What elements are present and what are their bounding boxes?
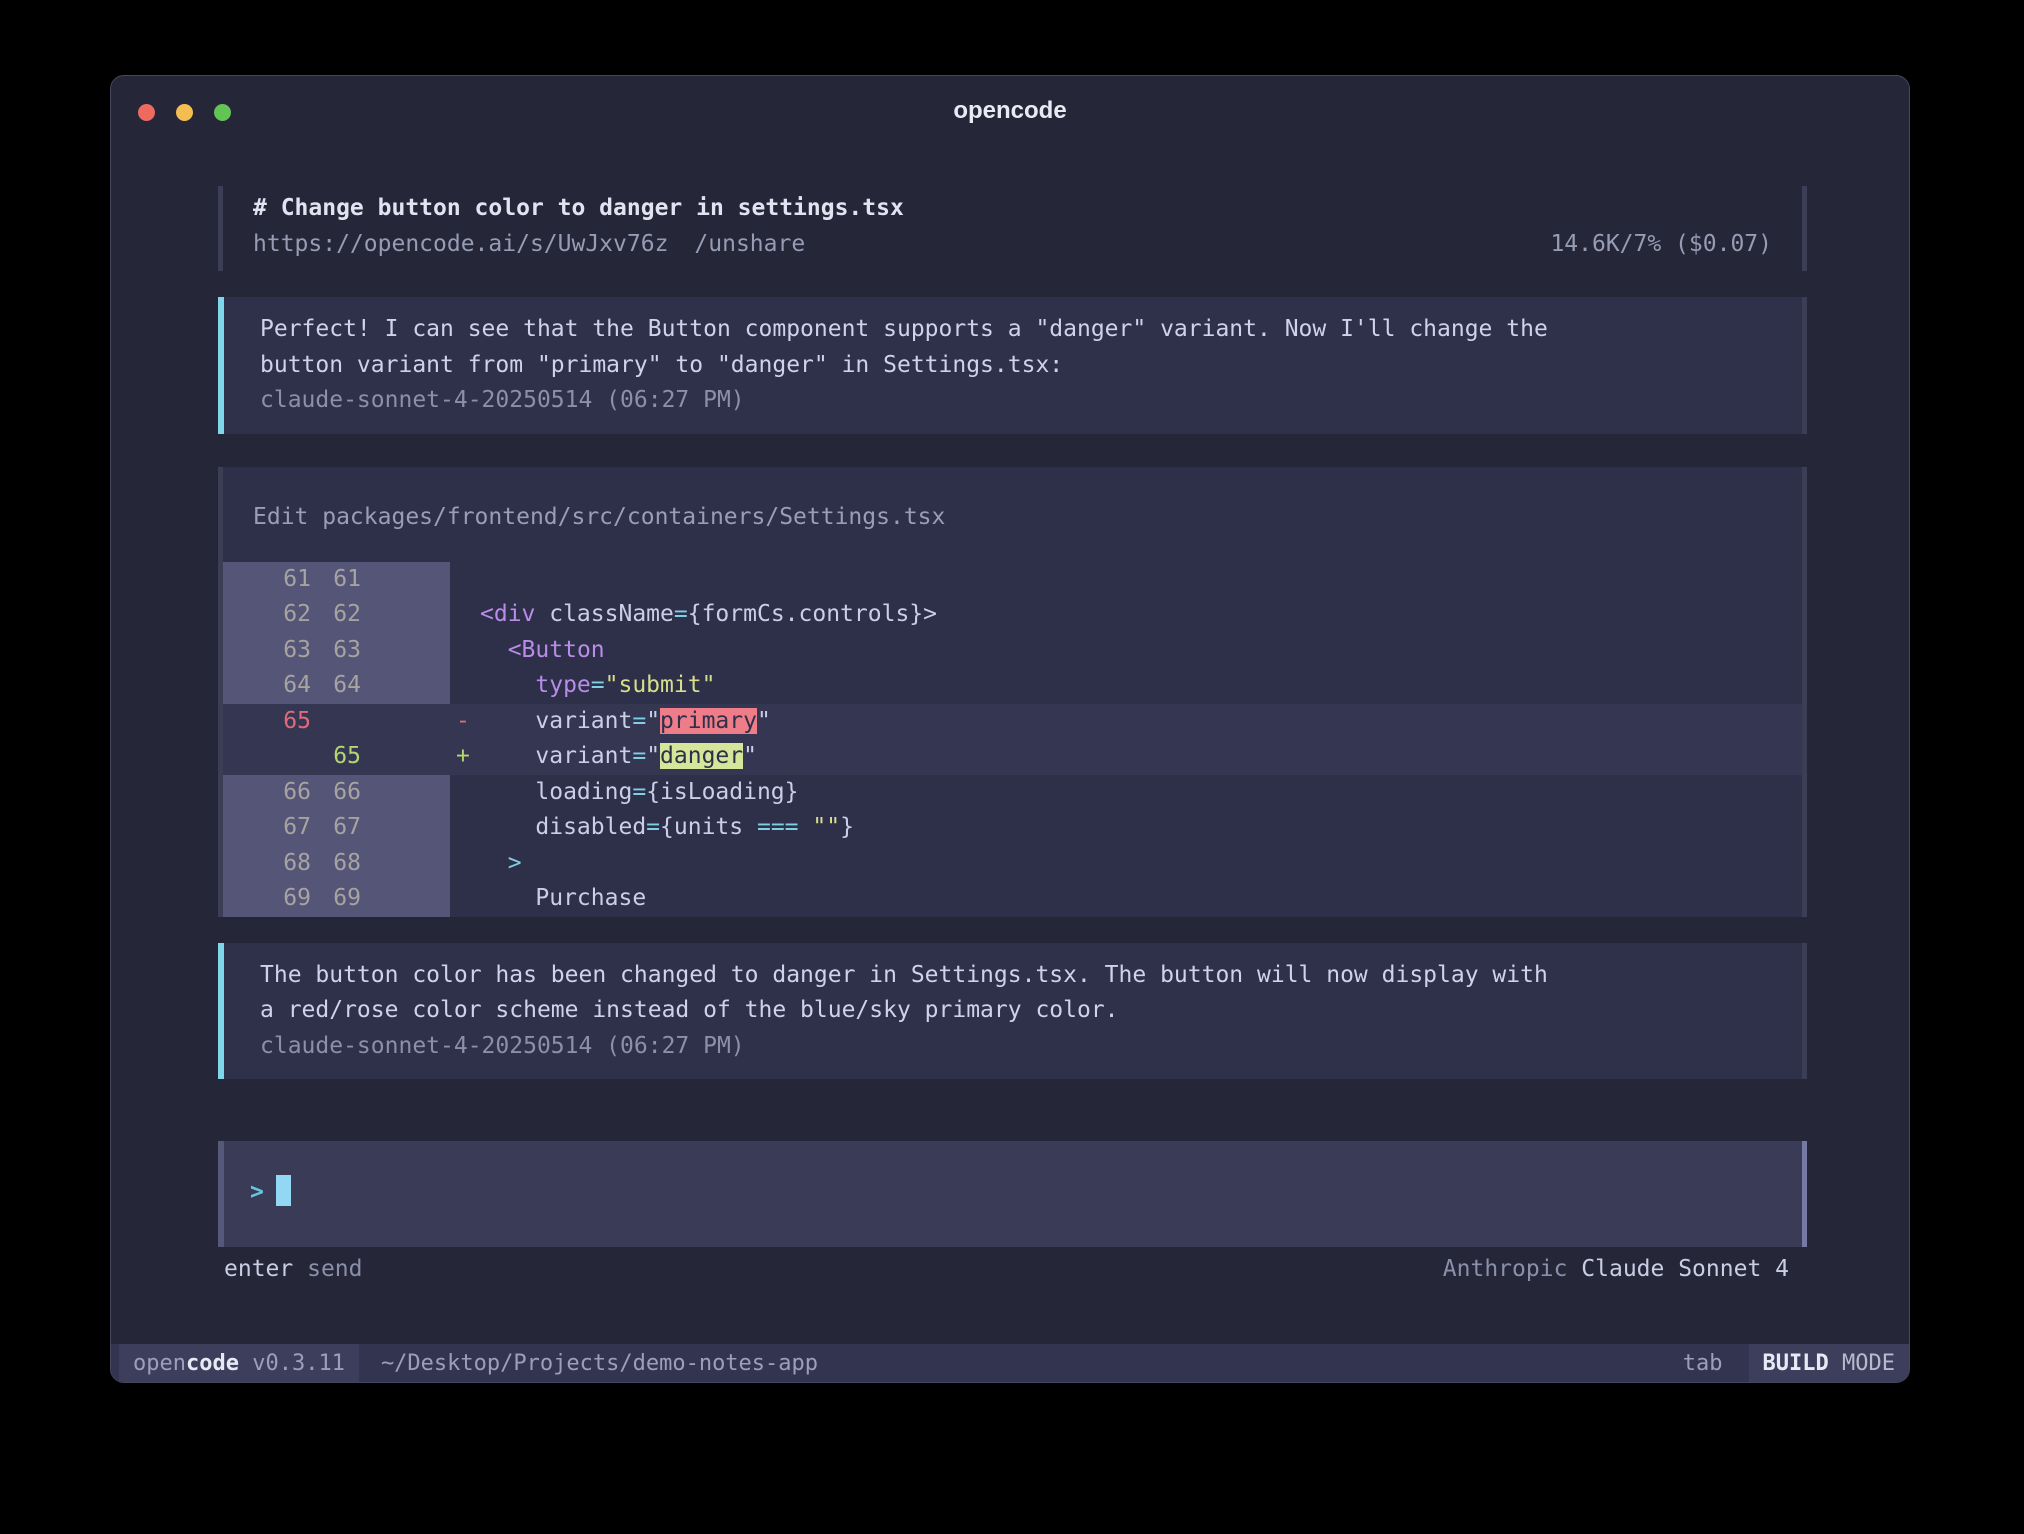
diff-gutter: 6767 <box>223 810 450 846</box>
diff-code-line: <Button <box>476 633 605 669</box>
diff-row: 6666 loading={isLoading} <box>223 775 1802 811</box>
session-header: # Change button color to danger in setti… <box>218 186 1807 271</box>
diff-row: 6767 disabled={units === ""} <box>223 810 1802 846</box>
diff-gutter: 6363 <box>223 633 450 669</box>
assistant-message: Perfect! I can see that the Button compo… <box>218 297 1807 434</box>
diff-code-line: > <box>476 846 522 882</box>
diff-code-line: variant="primary" <box>476 704 771 740</box>
diff-code-line: <div className={formCs.controls}> <box>476 597 937 633</box>
token-usage: 14.6K/7% ($0.07) <box>1550 226 1772 262</box>
session-title: # Change button color to danger in setti… <box>253 190 1772 226</box>
opencode-window: opencode # Change button color to danger… <box>110 75 1910 1383</box>
message-text: Perfect! I can see that the Button compo… <box>260 312 1766 383</box>
diff-marker <box>450 562 476 598</box>
message-text: The button color has been changed to dan… <box>260 958 1766 1029</box>
model-indicator: Anthropic Claude Sonnet 4 <box>1443 1257 1789 1281</box>
diff-marker <box>450 881 476 917</box>
diff-gutter: 65 <box>223 739 450 775</box>
hint-row: enter send Anthropic Claude Sonnet 4 <box>224 1257 1789 1281</box>
prompt-input[interactable]: > <box>218 1141 1807 1247</box>
working-directory: ~/Desktop/Projects/demo-notes-app <box>381 1351 818 1376</box>
edit-file-path: Edit packages/frontend/src/containers/Se… <box>223 467 1802 562</box>
mode-badge: BUILD MODE <box>1749 1344 1909 1382</box>
diff-code-line <box>476 562 480 598</box>
titlebar: opencode <box>111 76 1909 134</box>
diff-gutter: 6161 <box>223 562 450 598</box>
send-hint: enter send <box>224 1257 363 1281</box>
diff-gutter: 6868 <box>223 846 450 882</box>
diff-view: 61616262 <div className={formCs.controls}… <box>223 562 1802 917</box>
window-title: opencode <box>111 97 1909 125</box>
diff-gutter: 6969 <box>223 881 450 917</box>
diff-row: 65- variant="primary" <box>223 704 1802 740</box>
tab-key-hint: tab <box>1683 1351 1723 1376</box>
diff-row: 6363 <Button <box>223 633 1802 669</box>
app-version-badge: opencode v0.3.11 <box>119 1344 359 1382</box>
desktop: { "window": { "title": "opencode" }, "he… <box>0 0 2024 1534</box>
diff-row: 6868 > <box>223 846 1802 882</box>
diff-row: 6969 Purchase <box>223 881 1802 917</box>
share-url-link[interactable]: https://opencode.ai/s/UwJxv76z <box>253 231 668 257</box>
diff-marker: - <box>450 704 476 740</box>
diff-code-line: loading={isLoading} <box>476 775 799 811</box>
diff-gutter: 6262 <box>223 597 450 633</box>
diff-marker <box>450 810 476 846</box>
unshare-link[interactable]: /unshare <box>694 231 805 257</box>
diff-row: 6464 type="submit" <box>223 668 1802 704</box>
diff-row: 65+ variant="danger" <box>223 739 1802 775</box>
diff-marker <box>450 633 476 669</box>
diff-marker: + <box>450 739 476 775</box>
diff-marker <box>450 846 476 882</box>
diff-row: 6262 <div className={formCs.controls}> <box>223 597 1802 633</box>
diff-gutter: 6666 <box>223 775 450 811</box>
edit-tool-card: Edit packages/frontend/src/containers/Se… <box>218 467 1807 917</box>
diff-marker <box>450 597 476 633</box>
assistant-message: The button color has been changed to dan… <box>218 943 1807 1080</box>
diff-code-line: type="submit" <box>476 668 715 704</box>
diff-row: 6161 <box>223 562 1802 598</box>
diff-code-line: variant="danger" <box>476 739 757 775</box>
diff-gutter: 6464 <box>223 668 450 704</box>
text-cursor <box>276 1175 291 1206</box>
status-bar: opencode v0.3.11 ~/Desktop/Projects/demo… <box>111 1344 1909 1382</box>
diff-gutter: 65 <box>223 704 450 740</box>
diff-code-line: disabled={units === ""} <box>476 810 854 846</box>
prompt-chevron: > <box>250 1179 264 1205</box>
diff-marker <box>450 668 476 704</box>
diff-code-line: Purchase <box>476 881 646 917</box>
diff-marker <box>450 775 476 811</box>
message-meta: claude-sonnet-4-20250514 (06:27 PM) <box>260 1029 1766 1065</box>
message-meta: claude-sonnet-4-20250514 (06:27 PM) <box>260 383 1766 419</box>
